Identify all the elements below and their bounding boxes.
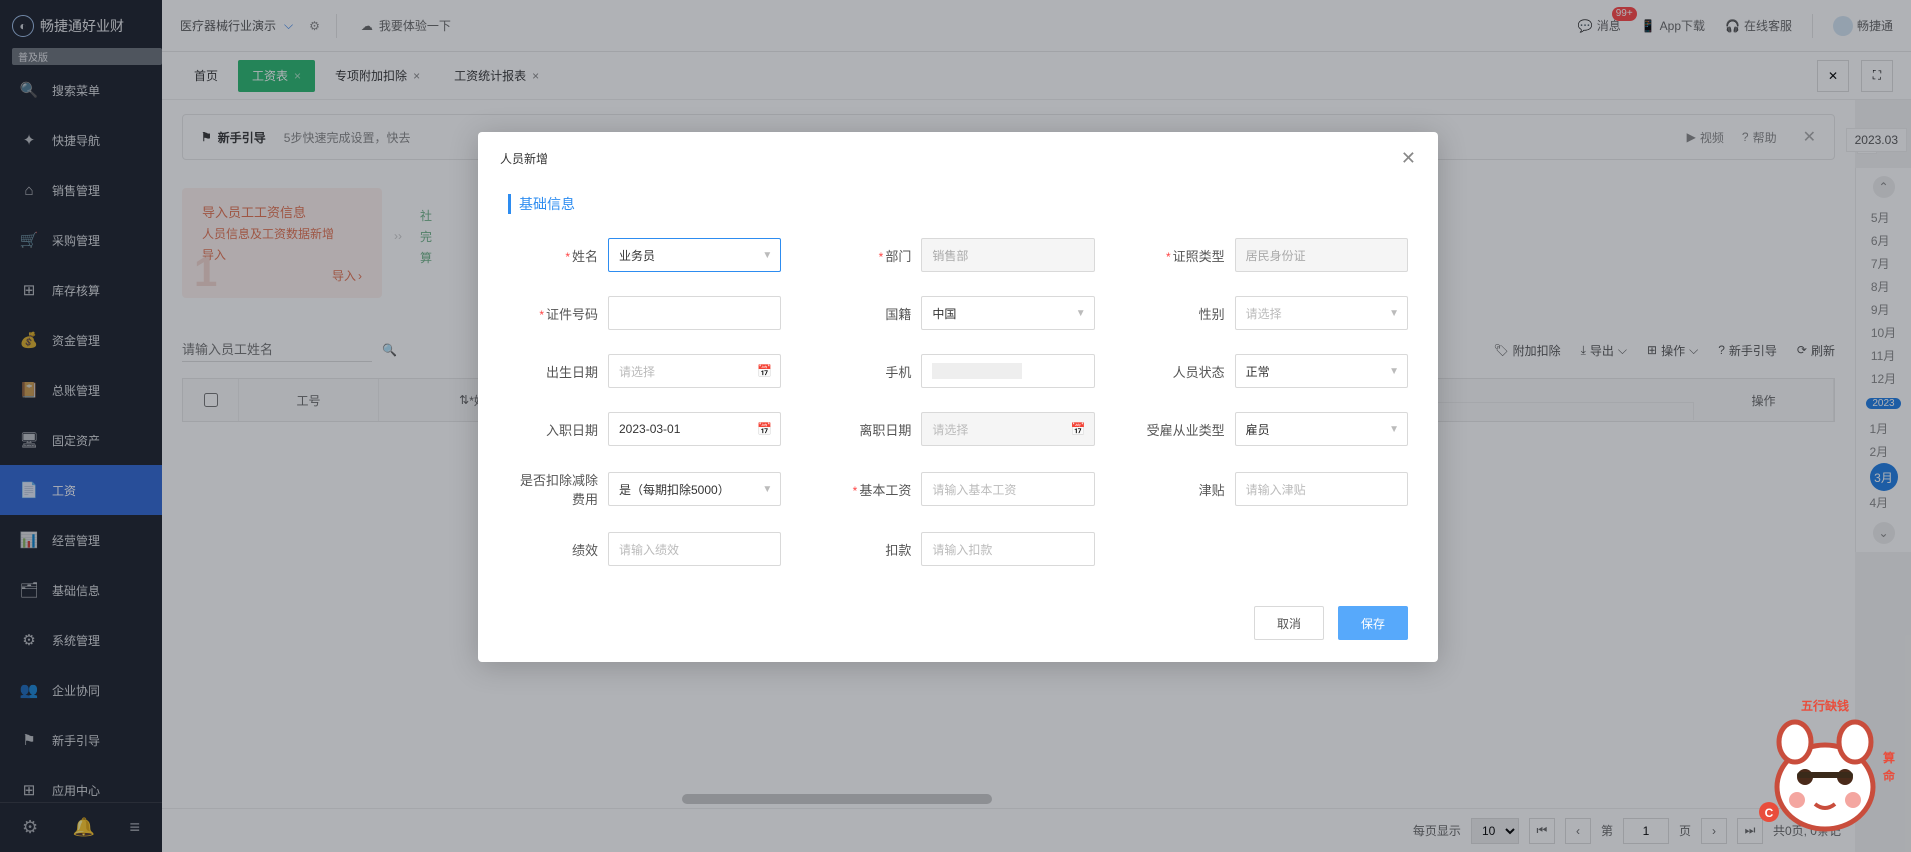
- field-perf: 绩效 请输入绩效: [508, 532, 781, 566]
- modal-close-btn[interactable]: ✕: [1401, 148, 1416, 169]
- field-placeholder: 请输入基本工资: [932, 481, 1016, 498]
- field-mobile: 手机: [821, 354, 1094, 388]
- field-label: *证件号码: [508, 304, 598, 323]
- field-value: 雇员: [1246, 421, 1270, 438]
- mascot-character[interactable]: 五行缺钱 C 算 命: [1755, 692, 1895, 842]
- svg-text:命: 命: [1882, 768, 1895, 783]
- field-placeholder: 请输入津贴: [1246, 481, 1306, 498]
- field-value: 2023-03-01: [619, 422, 680, 436]
- employType-input[interactable]: 雇员 ▼: [1235, 412, 1408, 446]
- chevron-down-icon: ▼: [762, 250, 772, 261]
- field-deduct: 是否扣除减除费用 是（每期扣除5000） ▼: [508, 470, 781, 508]
- field-value: 中国: [932, 305, 956, 322]
- field-label: 性别: [1135, 304, 1225, 323]
- field-hireDate: 入职日期 2023-03-01 📅: [508, 412, 781, 446]
- field-gender: 性别 请选择 ▼: [1135, 296, 1408, 330]
- perf-input[interactable]: 请输入绩效: [608, 532, 781, 566]
- field-idNo: *证件号码: [508, 296, 781, 330]
- field-label: 受雇从业类型: [1135, 420, 1225, 439]
- modal-title: 人员新增: [500, 150, 548, 167]
- svg-text:C: C: [1765, 806, 1774, 820]
- field-label: *证照类型: [1135, 246, 1225, 265]
- deduction-input[interactable]: 请输入扣款: [921, 532, 1094, 566]
- field-value: 居民身份证: [1246, 247, 1306, 264]
- field-label: 津贴: [1135, 480, 1225, 499]
- calendar-icon: 📅: [757, 364, 772, 378]
- add-person-modal: 人员新增 ✕ 基础信息 *姓名 业务员 ▼ *部门 销售部 *证照类型 居民身份证 *证件号码…: [478, 132, 1438, 662]
- hireDate-input[interactable]: 2023-03-01 📅: [608, 412, 781, 446]
- field-placeholder: 请输入绩效: [619, 541, 679, 558]
- svg-text:算: 算: [1883, 750, 1895, 765]
- field-deduction: 扣款 请输入扣款: [821, 532, 1094, 566]
- blurred-value: [932, 363, 1022, 379]
- field-value: 是（每期扣除5000）: [619, 481, 730, 498]
- name-input[interactable]: 业务员 ▼: [608, 238, 781, 272]
- field-birth: 出生日期 请选择 📅: [508, 354, 781, 388]
- field-nationality: 国籍 中国 ▼: [821, 296, 1094, 330]
- field-allowance: 津贴 请输入津贴: [1135, 470, 1408, 508]
- field-value: 销售部: [932, 247, 968, 264]
- field-label: 入职日期: [508, 420, 598, 439]
- birth-input[interactable]: 请选择 📅: [608, 354, 781, 388]
- field-label: 人员状态: [1135, 362, 1225, 381]
- baseSalary-input[interactable]: 请输入基本工资: [921, 472, 1094, 506]
- field-label: 出生日期: [508, 362, 598, 381]
- dept-input: 销售部: [921, 238, 1094, 272]
- save-button[interactable]: 保存: [1338, 606, 1408, 640]
- chevron-down-icon: ▼: [1389, 308, 1399, 319]
- chevron-down-icon: ▼: [762, 484, 772, 495]
- field-label: 绩效: [508, 540, 598, 559]
- deduct-input[interactable]: 是（每期扣除5000） ▼: [608, 472, 781, 506]
- field-label: *基本工资: [821, 480, 911, 499]
- field-value: 业务员: [619, 247, 655, 264]
- field-value: 正常: [1246, 363, 1270, 380]
- chevron-down-icon: ▼: [1389, 366, 1399, 377]
- mascot-text-1: 五行缺钱: [1801, 698, 1849, 713]
- field-label: 扣款: [821, 540, 911, 559]
- idNo-input[interactable]: [608, 296, 781, 330]
- calendar-icon: 📅: [1071, 422, 1086, 436]
- nationality-input[interactable]: 中国 ▼: [921, 296, 1094, 330]
- field-label: *部门: [821, 246, 911, 265]
- field-idType: *证照类型 居民身份证: [1135, 238, 1408, 272]
- field-employType: 受雇从业类型 雇员 ▼: [1135, 412, 1408, 446]
- field-placeholder: 请输入扣款: [932, 541, 992, 558]
- field-label: *姓名: [508, 246, 598, 265]
- field-placeholder: 请选择: [1246, 305, 1282, 322]
- calendar-icon: 📅: [757, 422, 772, 436]
- idType-input: 居民身份证: [1235, 238, 1408, 272]
- chevron-down-icon: ▼: [1389, 424, 1399, 435]
- field-label: 国籍: [821, 304, 911, 323]
- allowance-input[interactable]: 请输入津贴: [1235, 472, 1408, 506]
- mobile-input[interactable]: [921, 354, 1094, 388]
- modal-header: 人员新增 ✕: [478, 132, 1438, 184]
- section-title: 基础信息: [508, 194, 1408, 214]
- field-label: 离职日期: [821, 420, 911, 439]
- field-label: 手机: [821, 362, 911, 381]
- field-baseSalary: *基本工资 请输入基本工资: [821, 470, 1094, 508]
- field-name: *姓名 业务员 ▼: [508, 238, 781, 272]
- field-placeholder: 请选择: [619, 363, 655, 380]
- field-label: 是否扣除减除费用: [508, 470, 598, 508]
- gender-input[interactable]: 请选择 ▼: [1235, 296, 1408, 330]
- field-leaveDate: 离职日期 请选择 📅: [821, 412, 1094, 446]
- chevron-down-icon: ▼: [1076, 308, 1086, 319]
- field-dept: *部门 销售部: [821, 238, 1094, 272]
- leaveDate-input: 请选择 📅: [921, 412, 1094, 446]
- status-input[interactable]: 正常 ▼: [1235, 354, 1408, 388]
- field-placeholder: 请选择: [932, 421, 968, 438]
- cancel-button[interactable]: 取消: [1254, 606, 1324, 640]
- field-status: 人员状态 正常 ▼: [1135, 354, 1408, 388]
